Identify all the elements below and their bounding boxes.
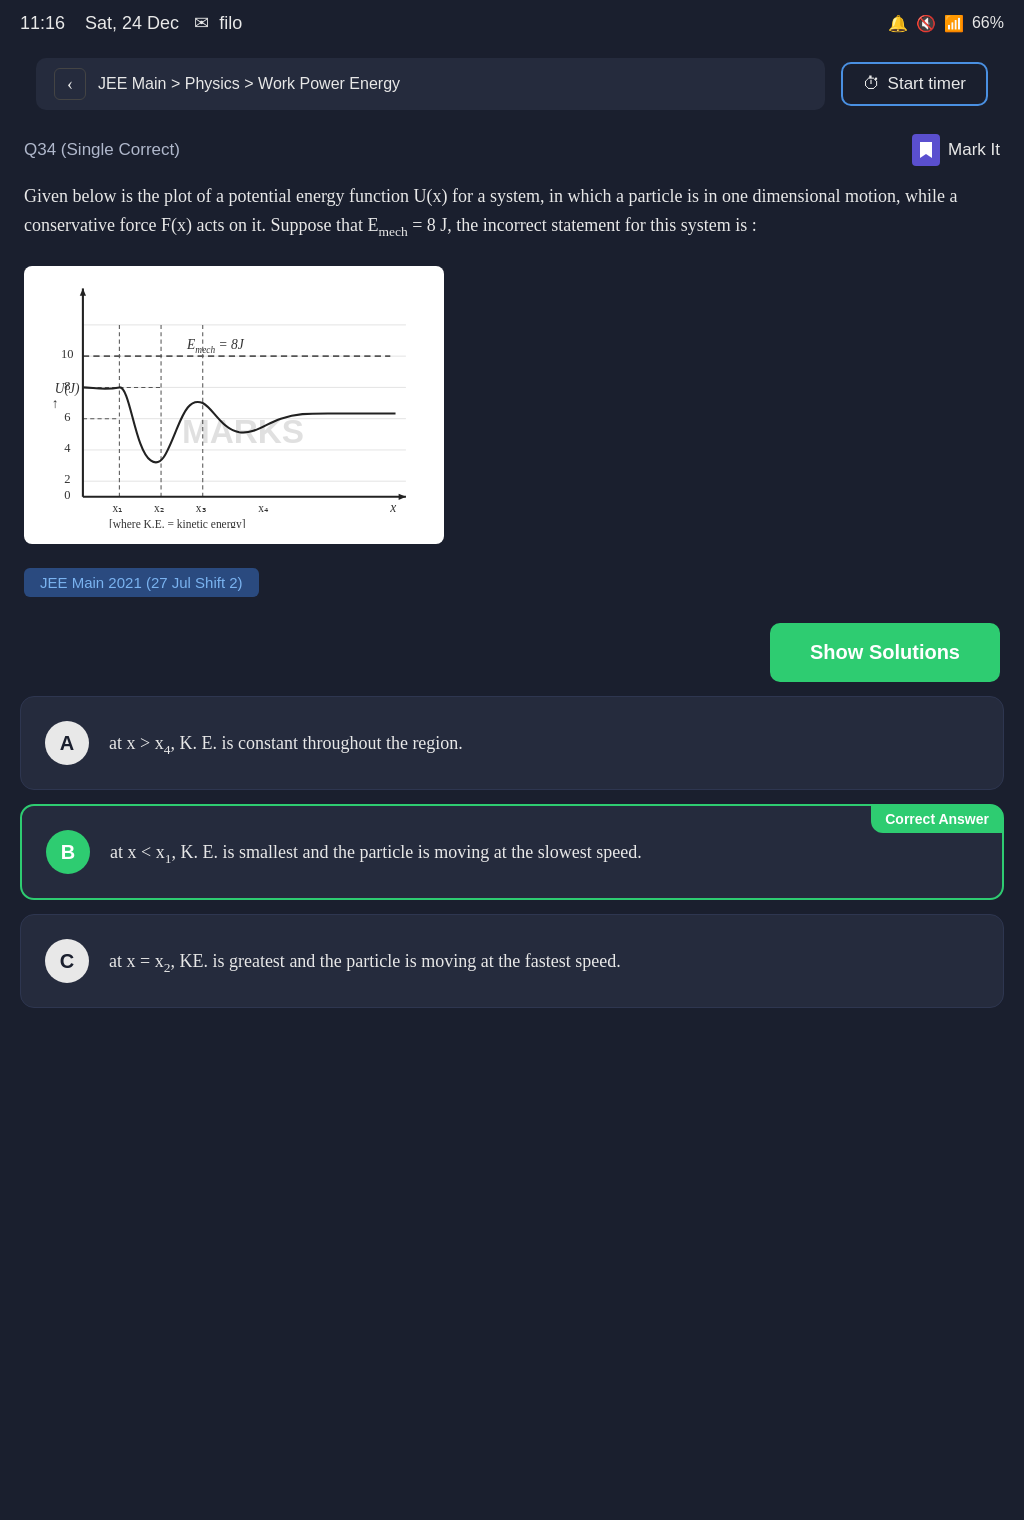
question-text-part2: = 8 J, the incorrect statement for this … <box>408 215 757 235</box>
tag-container: JEE Main 2021 (27 Jul Shift 2) <box>0 556 1024 609</box>
show-solutions-button[interactable]: Show Solutions <box>770 623 1000 682</box>
battery-level: 66% <box>972 14 1004 32</box>
correct-answer-badge: Correct Answer <box>871 805 1003 833</box>
mute-icon: 🔇 <box>916 14 936 33</box>
option-a-text: at x > x4, K. E. is constant throughout … <box>109 721 463 760</box>
svg-text:↑: ↑ <box>52 396 59 411</box>
svg-text:0: 0 <box>64 488 70 502</box>
wifi-icon: 📶 <box>944 14 964 33</box>
option-b-card[interactable]: Correct Answer B at x < x1, K. E. is sma… <box>20 804 1004 900</box>
show-solutions-container: Show Solutions <box>0 609 1024 696</box>
question-header: Q34 (Single Correct) Mark It <box>0 126 1024 170</box>
question-label: Q34 (Single Correct) <box>24 140 180 160</box>
mark-it-label: Mark It <box>948 140 1000 160</box>
nav-left-section: ‹ JEE Main > Physics > Work Power Energy <box>36 58 825 110</box>
option-b-text: at x < x1, K. E. is smallest and the par… <box>110 830 642 869</box>
status-bar: 11:16 Sat, 24 Dec ✉ filo 🔔 🔇 📶 66% <box>0 0 1024 42</box>
option-b-badge: B <box>46 830 90 874</box>
graph-container: Emech = 8J 0 2 4 6 8 10 U(J) ↑ x₁ x₂ x₃ … <box>24 266 444 544</box>
svg-text:U(J): U(J) <box>55 381 80 397</box>
option-c-badge: C <box>45 939 89 983</box>
options-container: A at x > x4, K. E. is constant throughou… <box>0 696 1024 1008</box>
nav-bar: ‹ JEE Main > Physics > Work Power Energy… <box>16 48 1008 120</box>
svg-text:x: x <box>389 500 396 515</box>
svg-text:10: 10 <box>61 347 73 361</box>
timer-icon: ⏱ <box>863 74 880 94</box>
back-button[interactable]: ‹ <box>54 68 86 100</box>
option-a-card[interactable]: A at x > x4, K. E. is constant throughou… <box>20 696 1004 790</box>
bookmark-icon <box>912 134 940 166</box>
svg-text:MARKS: MARKS <box>182 413 304 450</box>
svg-text:6: 6 <box>64 410 70 424</box>
question-subscript: mech <box>378 223 407 238</box>
alarm-icon: 🔔 <box>888 14 908 33</box>
time: 11:16 <box>20 13 65 33</box>
date: Sat, 24 Dec <box>85 13 179 33</box>
svg-text:x₂: x₂ <box>154 502 164 514</box>
option-c-card[interactable]: C at x = x2, KE. is greatest and the par… <box>20 914 1004 1008</box>
svg-rect-0 <box>36 278 432 528</box>
status-time-date: 11:16 Sat, 24 Dec ✉ filo <box>20 12 242 34</box>
svg-text:[where K.E. = kinetic energy]: [where K.E. = kinetic energy] <box>109 518 246 528</box>
exam-tag: JEE Main 2021 (27 Jul Shift 2) <box>24 568 259 597</box>
mark-it-button[interactable]: Mark It <box>912 134 1000 166</box>
potential-energy-graph: Emech = 8J 0 2 4 6 8 10 U(J) ↑ x₁ x₂ x₃ … <box>36 278 432 528</box>
svg-text:x₁: x₁ <box>112 502 122 514</box>
start-timer-button[interactable]: ⏱ Start timer <box>841 62 988 106</box>
question-body: Given below is the plot of a potential e… <box>0 170 1024 254</box>
option-c-text: at x = x2, KE. is greatest and the parti… <box>109 939 621 978</box>
svg-text:4: 4 <box>64 441 71 455</box>
option-a-badge: A <box>45 721 89 765</box>
svg-text:x₄: x₄ <box>258 502 269 514</box>
app-name: filo <box>219 13 242 33</box>
timer-label: Start timer <box>888 74 966 94</box>
svg-text:2: 2 <box>64 472 70 486</box>
status-icons: 🔔 🔇 📶 66% <box>888 14 1004 33</box>
svg-text:x₃: x₃ <box>196 502 206 514</box>
breadcrumb: JEE Main > Physics > Work Power Energy <box>98 75 400 93</box>
